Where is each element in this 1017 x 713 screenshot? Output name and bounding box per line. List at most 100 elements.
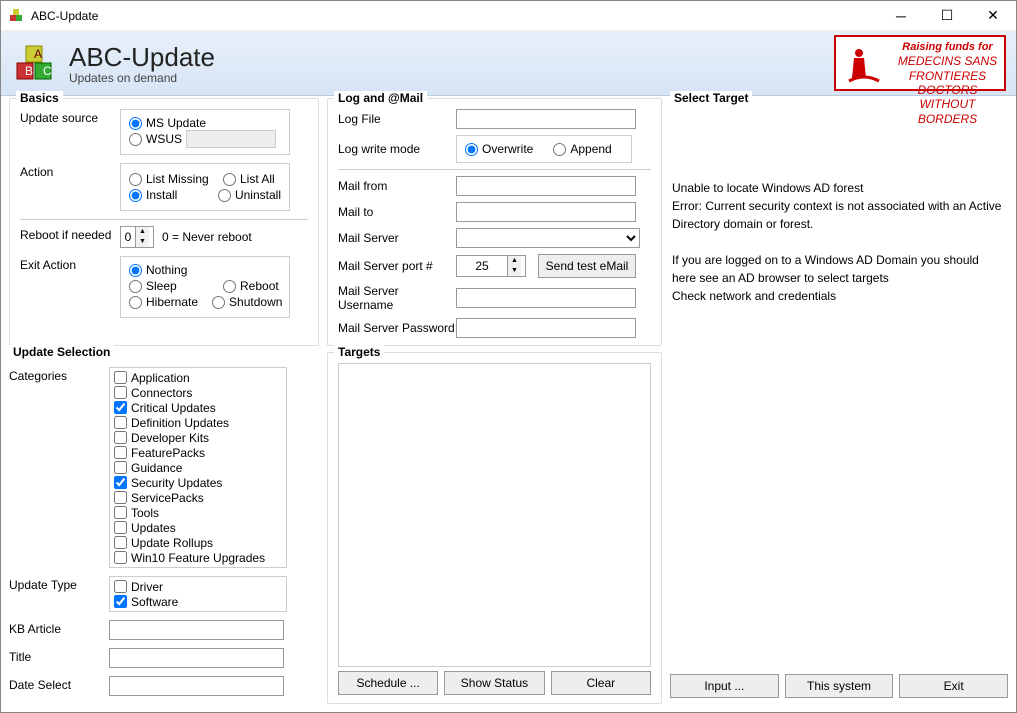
reboot-spinner[interactable]: ▲▼ <box>120 226 154 248</box>
svg-text:B: B <box>25 64 33 78</box>
msf-icon <box>836 37 891 89</box>
category-check[interactable] <box>114 386 127 399</box>
mailfrom-input[interactable] <box>456 176 636 196</box>
date-input[interactable] <box>109 676 284 696</box>
category-check[interactable] <box>114 371 127 384</box>
category-item: Tools <box>114 505 282 520</box>
category-check[interactable] <box>114 536 127 549</box>
category-item: FeaturePacks <box>114 445 282 460</box>
title-label: Title <box>9 648 109 664</box>
overwrite-radio[interactable] <box>465 143 478 156</box>
spin-up-icon[interactable]: ▲ <box>136 227 149 237</box>
ad-error-message: Unable to locate Windows AD forest Error… <box>670 175 1008 309</box>
category-item: Connectors <box>114 385 282 400</box>
category-check[interactable] <box>114 506 127 519</box>
exit-shutdown-radio[interactable] <box>212 296 225 309</box>
mailfrom-label: Mail from <box>338 179 456 193</box>
software-check[interactable] <box>114 595 127 608</box>
this-system-button[interactable]: This system <box>785 674 894 698</box>
category-check[interactable] <box>114 446 127 459</box>
mailpass-label: Mail Server Password <box>338 321 456 335</box>
targets-group: Targets Schedule ... Show Status Clear <box>327 352 662 704</box>
basics-group: Basics Update source MS Update WSUS Acti… <box>9 98 319 346</box>
spin-down-icon[interactable]: ▼ <box>508 266 521 276</box>
mailpass-input[interactable] <box>456 318 636 338</box>
list-missing-radio[interactable] <box>129 173 142 186</box>
mailto-input[interactable] <box>456 202 636 222</box>
input-button[interactable]: Input ... <box>670 674 779 698</box>
targets-legend: Targets <box>334 345 384 359</box>
append-radio[interactable] <box>553 143 566 156</box>
wsus-server-input[interactable] <box>186 130 276 148</box>
window-title: ABC-Update <box>31 9 878 23</box>
list-all-radio[interactable] <box>223 173 236 186</box>
updsel-legend: Update Selection <box>9 345 114 359</box>
banner: BCA ABC-Update Updates on demand Raising… <box>1 31 1016 96</box>
category-check[interactable] <box>114 401 127 414</box>
column-middle: Log and @Mail Log File Log write mode Ov… <box>327 98 662 704</box>
close-button[interactable]: ✕ <box>970 1 1016 30</box>
msf-line2: MEDECINS SANS FRONTIERES <box>891 54 1004 83</box>
category-check[interactable] <box>114 416 127 429</box>
targets-list[interactable] <box>338 363 651 667</box>
category-check[interactable] <box>114 491 127 504</box>
mailto-label: Mail to <box>338 205 456 219</box>
logmode-label: Log write mode <box>338 142 456 156</box>
ms-update-radio[interactable] <box>129 117 142 130</box>
category-check[interactable] <box>114 521 127 534</box>
title-input[interactable] <box>109 648 284 668</box>
logfile-input[interactable] <box>456 109 636 129</box>
app-icon <box>9 8 25 24</box>
minimize-button[interactable]: ─ <box>878 1 924 30</box>
spin-down-icon[interactable]: ▼ <box>136 237 149 247</box>
kb-input[interactable] <box>109 620 284 640</box>
mailserver-label: Mail Server <box>338 231 456 245</box>
category-item: Critical Updates <box>114 400 282 415</box>
msf-badge[interactable]: Raising funds for MEDECINS SANS FRONTIER… <box>834 35 1006 91</box>
show-status-button[interactable]: Show Status <box>444 671 544 695</box>
exit-button[interactable]: Exit <box>899 674 1008 698</box>
app-window: ABC-Update ─ ☐ ✕ BCA ABC-Update Updates … <box>0 0 1017 713</box>
install-radio[interactable] <box>129 189 142 202</box>
category-check[interactable] <box>114 461 127 474</box>
categories-label: Categories <box>9 367 109 383</box>
category-check[interactable] <box>114 551 127 564</box>
app-title: ABC-Update <box>69 42 215 73</box>
send-test-button[interactable]: Send test eMail <box>538 254 636 278</box>
titlebar: ABC-Update ─ ☐ ✕ <box>1 1 1016 31</box>
exit-reboot-radio[interactable] <box>223 280 236 293</box>
reboot-label: Reboot if needed <box>20 226 120 242</box>
mailport-spinner[interactable]: ▲▼ <box>456 255 526 277</box>
msf-line1: Raising funds for <box>891 41 1004 54</box>
clear-button[interactable]: Clear <box>551 671 651 695</box>
content: Basics Update source MS Update WSUS Acti… <box>1 96 1016 712</box>
uninstall-radio[interactable] <box>218 189 231 202</box>
exit-hibernate-radio[interactable] <box>129 296 142 309</box>
exit-sleep-radio[interactable] <box>129 280 142 293</box>
wsus-radio[interactable] <box>129 133 142 146</box>
category-item: Guidance <box>114 460 282 475</box>
category-check[interactable] <box>114 431 127 444</box>
select-target-group: Select Target Unable to locate Windows A… <box>670 98 1008 704</box>
spin-up-icon[interactable]: ▲ <box>508 256 521 266</box>
update-source-label: Update source <box>20 109 120 125</box>
mailport-label: Mail Server port # <box>338 259 456 273</box>
exit-nothing-radio[interactable] <box>129 264 142 277</box>
seltarget-legend: Select Target <box>670 91 752 105</box>
mailserver-select[interactable] <box>456 228 640 248</box>
categories-list: ApplicationConnectorsCritical UpdatesDef… <box>109 367 287 568</box>
window-buttons: ─ ☐ ✕ <box>878 1 1016 30</box>
schedule-button[interactable]: Schedule ... <box>338 671 438 695</box>
svg-text:A: A <box>34 47 42 61</box>
mailuser-input[interactable] <box>456 288 636 308</box>
category-check[interactable] <box>114 476 127 489</box>
logmail-legend: Log and @Mail <box>334 91 427 105</box>
action-label: Action <box>20 163 120 179</box>
update-type-label: Update Type <box>9 576 109 592</box>
category-item: Security Updates <box>114 475 282 490</box>
driver-check[interactable] <box>114 580 127 593</box>
svg-text:C: C <box>43 64 52 78</box>
maximize-button[interactable]: ☐ <box>924 1 970 30</box>
category-item: Update Rollups <box>114 535 282 550</box>
basics-legend: Basics <box>16 91 63 105</box>
